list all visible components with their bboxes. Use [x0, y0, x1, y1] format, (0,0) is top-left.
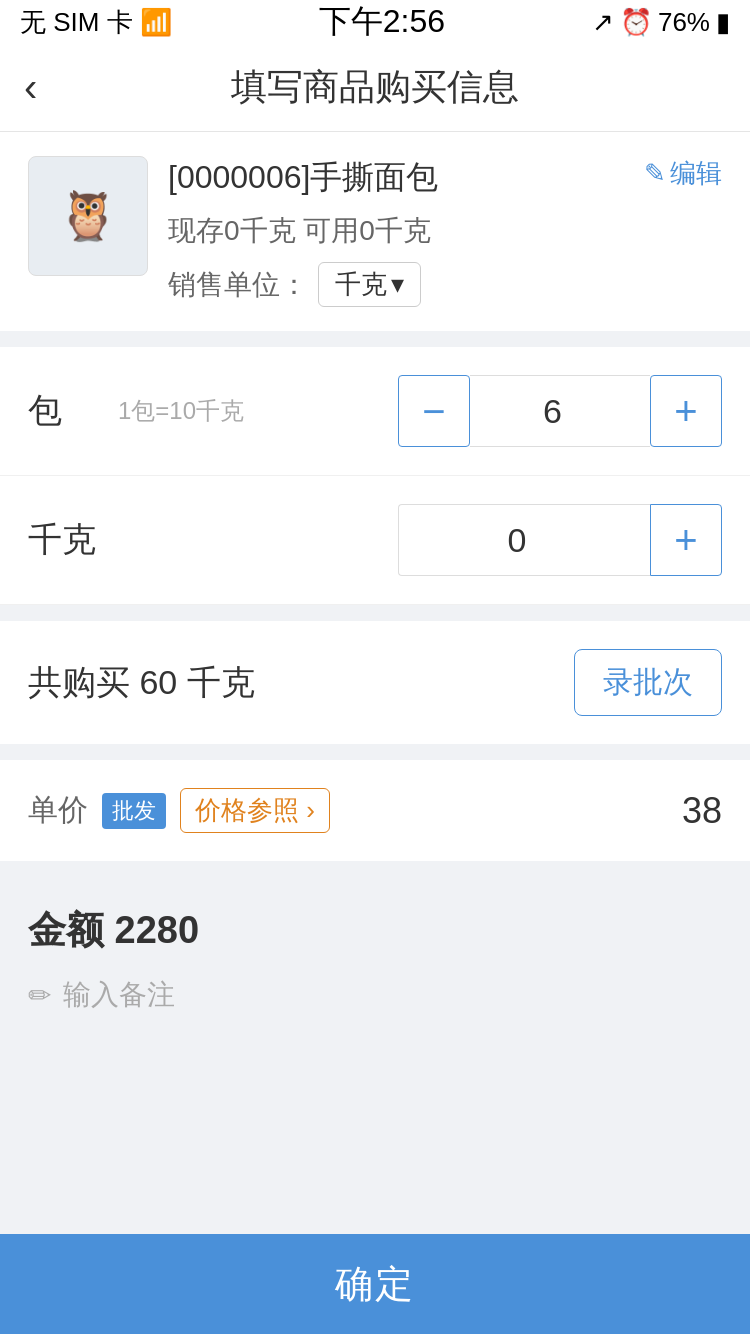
price-value: 38 [682, 790, 722, 832]
location-icon: ↗ [592, 7, 614, 38]
product-card: 🦉 [0000006]手撕面包 现存0千克 可用0千克 销售单位： 千克 ▾ ✎… [0, 132, 750, 331]
price-row: 单价 批发 价格参照 › 38 [28, 788, 722, 833]
amount-value: 2280 [115, 909, 200, 951]
package-minus-button[interactable]: − [398, 375, 470, 447]
alarm-icon: ⏰ [620, 7, 652, 38]
pencil-icon: ✏ [28, 979, 51, 1012]
battery-level: 76% [658, 7, 710, 38]
product-thumbnail: 🦉 [28, 156, 148, 276]
amount-row: 金额 2280 [28, 905, 722, 956]
remark-placeholder: 输入备注 [63, 976, 175, 1014]
package-quantity-control: − + [398, 375, 722, 447]
product-logo-icon: 🦉 [58, 188, 118, 244]
chevron-down-icon: ▾ [391, 269, 404, 300]
confirm-button[interactable]: 确定 [335, 1259, 415, 1310]
package-quantity-input[interactable] [470, 375, 650, 447]
package-plus-button[interactable]: + [650, 375, 722, 447]
package-hint: 1包=10千克 [118, 395, 398, 427]
product-name: [0000006]手撕面包 [168, 156, 722, 200]
unit-value: 千克 [335, 267, 387, 302]
product-stock: 现存0千克 可用0千克 [168, 212, 722, 250]
unit-label: 销售单位： [168, 266, 308, 304]
divider [0, 744, 750, 760]
nav-bar: ‹ 填写商品购买信息 [0, 44, 750, 132]
kg-quantity-input[interactable] [398, 504, 650, 576]
back-button[interactable]: ‹ [24, 65, 37, 110]
status-bar: 无 SIM 卡 📶 下午2:56 ↗ ⏰ 76% ▮ [0, 0, 750, 44]
product-unit-row: 销售单位： 千克 ▾ [168, 262, 722, 307]
summary-label: 共购买 60 千克 [28, 663, 255, 701]
kg-row: 千克 + [0, 476, 750, 605]
price-badge: 批发 [102, 793, 166, 829]
record-batch-button[interactable]: 录批次 [574, 649, 722, 716]
edit-icon: ✎ [644, 158, 666, 189]
kg-plus-button[interactable]: + [650, 504, 722, 576]
summary-text: 共购买 60 千克 [28, 660, 255, 706]
kg-label: 千克 [28, 517, 108, 563]
page-title: 填写商品购买信息 [231, 63, 519, 112]
unit-select[interactable]: 千克 ▾ [318, 262, 421, 307]
package-row: 包 1包=10千克 − + [0, 347, 750, 476]
bottom-bar: 确定 [0, 1234, 750, 1334]
amount-label: 金额 [28, 909, 115, 951]
status-network: 无 SIM 卡 📶 [20, 5, 172, 40]
price-reference-button[interactable]: 价格参照 › [180, 788, 330, 833]
package-section: 包 1包=10千克 − + 千克 + [0, 347, 750, 605]
price-label: 单价 [28, 790, 88, 831]
package-label: 包 [28, 388, 108, 434]
edit-label: 编辑 [670, 156, 722, 191]
amount-section: 金额 2280 ✏ 输入备注 [0, 877, 750, 1234]
status-time: 下午2:56 [319, 0, 445, 44]
kg-quantity-control: + [398, 504, 722, 576]
battery-icon: ▮ [716, 7, 730, 38]
product-info: [0000006]手撕面包 现存0千克 可用0千克 销售单位： 千克 ▾ [168, 156, 722, 307]
edit-button[interactable]: ✎ 编辑 [644, 156, 722, 191]
summary-row: 共购买 60 千克 录批次 [0, 621, 750, 744]
status-right: ↗ ⏰ 76% ▮ [592, 7, 730, 38]
price-section: 单价 批发 价格参照 › 38 [0, 760, 750, 861]
remark-row[interactable]: ✏ 输入备注 [28, 976, 722, 1014]
